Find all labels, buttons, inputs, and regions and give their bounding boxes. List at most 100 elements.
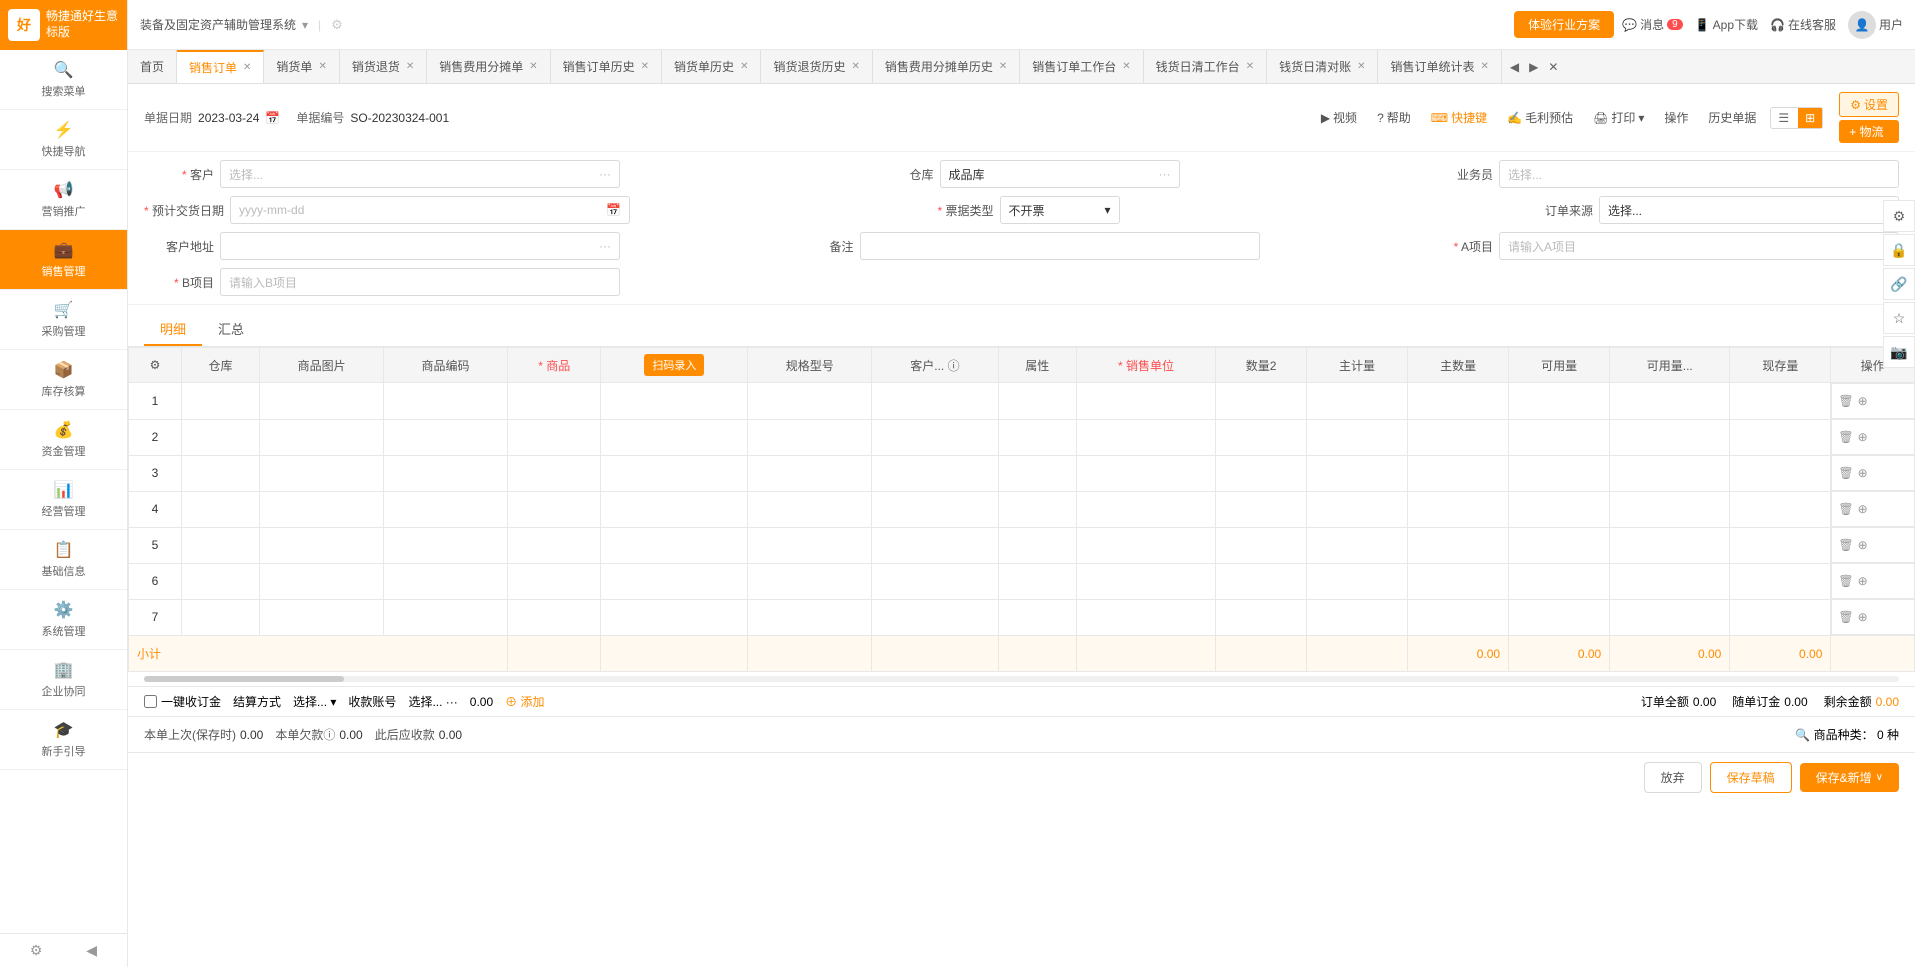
- payment-amount[interactable]: 0.00: [470, 695, 493, 709]
- user-item[interactable]: 👤 用户: [1848, 11, 1903, 39]
- warehouse-input[interactable]: 成品库 ···: [940, 160, 1180, 188]
- copy-icon[interactable]: ⊕: [1858, 466, 1868, 480]
- grid-view-btn[interactable]: ⊞: [1798, 108, 1822, 128]
- col-settings[interactable]: ⚙: [129, 348, 182, 383]
- remark-input[interactable]: [860, 232, 1260, 260]
- scan-input-btn[interactable]: 扫码录入: [644, 354, 704, 376]
- settings-action-btn[interactable]: ⚙ 设置: [1839, 92, 1899, 117]
- row-available-2[interactable]: [1509, 419, 1610, 455]
- tab-close-icon[interactable]: ✕: [243, 62, 251, 73]
- quick-payment-checkbox[interactable]: 一键收订金: [144, 693, 221, 710]
- list-view-btn[interactable]: ☰: [1771, 108, 1796, 128]
- date-value[interactable]: 2023-03-24: [198, 111, 259, 125]
- tab-sales-order[interactable]: 销售订单 ✕: [177, 50, 264, 84]
- row-warehouse-2[interactable]: [181, 419, 259, 455]
- tabs-next-btn[interactable]: ▶: [1525, 58, 1542, 76]
- row-spec-1[interactable]: [748, 383, 872, 420]
- float-star-btn[interactable]: ☆: [1883, 302, 1915, 334]
- tab-close-icon[interactable]: ✕: [1357, 61, 1365, 72]
- row-unit-2[interactable]: [1076, 419, 1215, 455]
- payment-method-select[interactable]: 选择... ▾: [293, 693, 336, 710]
- delete-icon[interactable]: 🗑: [1838, 502, 1853, 516]
- tab-close-icon[interactable]: ✕: [851, 61, 859, 72]
- help-btn[interactable]: ? 帮助: [1371, 107, 1417, 128]
- row-stock-1[interactable]: [1730, 383, 1831, 420]
- discard-button[interactable]: 放弃: [1644, 762, 1702, 793]
- history-btn[interactable]: 历史单据: [1702, 107, 1762, 128]
- sidebar-settings-btn[interactable]: ⚙: [30, 942, 43, 959]
- sidebar-item-marketing[interactable]: 📢 营销推广: [0, 170, 127, 230]
- row-attr-2[interactable]: [998, 419, 1076, 455]
- delete-icon[interactable]: 🗑: [1838, 394, 1853, 408]
- profit-btn[interactable]: ✍ 毛利预估: [1501, 107, 1579, 128]
- tabs-prev-btn[interactable]: ◀: [1506, 58, 1523, 76]
- copy-icon[interactable]: ⊕: [1858, 502, 1868, 516]
- solution-button[interactable]: 体验行业方案: [1514, 11, 1614, 38]
- row-available2-1[interactable]: [1610, 383, 1730, 420]
- row-available2-2[interactable]: [1610, 419, 1730, 455]
- delivery-date-input[interactable]: yyyy-mm-dd 📅: [230, 196, 630, 224]
- shortcut-btn[interactable]: ⌨ 快捷键: [1425, 107, 1493, 128]
- sidebar-item-guide[interactable]: 🎓 新手引导: [0, 710, 127, 770]
- row-qty2-2[interactable]: [1216, 419, 1307, 455]
- message-item[interactable]: 💬 消息 9: [1622, 16, 1683, 33]
- row-code-1[interactable]: [384, 383, 508, 420]
- tab-daily-reconcile[interactable]: 钱货日清对账 ✕: [1267, 50, 1378, 84]
- add-payment-btn[interactable]: ⊕ 添加: [505, 693, 544, 710]
- delete-icon[interactable]: 🗑: [1838, 574, 1853, 588]
- sidebar-item-search[interactable]: 🔍 搜索菜单: [0, 50, 127, 110]
- settings-icon[interactable]: ⚙: [331, 17, 343, 33]
- tab-close-icon[interactable]: ✕: [529, 61, 537, 72]
- sidebar-item-system[interactable]: ⚙️ 系统管理: [0, 590, 127, 650]
- row-code-2[interactable]: [384, 419, 508, 455]
- save-draft-button[interactable]: 保存草稿: [1710, 762, 1792, 793]
- tab-close-icon[interactable]: ✕: [1246, 61, 1254, 72]
- row-main-qty-2[interactable]: [1408, 419, 1509, 455]
- sidebar-item-operation[interactable]: 📊 经营管理: [0, 470, 127, 530]
- tab-close-icon[interactable]: ✕: [406, 61, 414, 72]
- row-product-1[interactable]: [508, 383, 601, 420]
- row-warehouse-1[interactable]: [181, 383, 259, 420]
- delete-icon[interactable]: 🗑: [1838, 610, 1853, 624]
- sidebar-item-purchase[interactable]: 🛒 采购管理: [0, 290, 127, 350]
- tab-close-icon[interactable]: ✕: [1122, 61, 1130, 72]
- row-available-1[interactable]: [1509, 383, 1610, 420]
- tab-daily-clear[interactable]: 钱货日清工作台 ✕: [1144, 50, 1267, 84]
- add-logistics-btn[interactable]: + 物流: [1839, 120, 1899, 143]
- tab-close-icon[interactable]: ✕: [999, 61, 1007, 72]
- tab-receipt-history[interactable]: 销货单历史 ✕: [662, 50, 761, 84]
- delete-icon[interactable]: 🗑: [1838, 466, 1853, 480]
- quick-payment-check[interactable]: [144, 695, 157, 708]
- tab-close-icon[interactable]: ✕: [641, 61, 649, 72]
- tab-sales-return[interactable]: 销货退货 ✕: [340, 50, 427, 84]
- float-scan-btn[interactable]: 📷: [1883, 336, 1915, 368]
- copy-icon[interactable]: ⊕: [1858, 574, 1868, 588]
- invoice-type-select[interactable]: 不开票 ▾: [1000, 196, 1120, 224]
- tab-sales-receipt[interactable]: 销货单 ✕: [264, 50, 339, 84]
- row-main-unit-2[interactable]: [1306, 419, 1407, 455]
- b-project-input[interactable]: 请输入B项目: [220, 268, 620, 296]
- tab-detail[interactable]: 明细: [144, 313, 202, 346]
- float-settings-btn[interactable]: ⚙: [1883, 200, 1915, 232]
- salesperson-input[interactable]: 选择...: [1499, 160, 1899, 188]
- row-stock-2[interactable]: [1730, 419, 1831, 455]
- customer-input[interactable]: 选择... ···: [220, 160, 620, 188]
- tab-fee-history[interactable]: 销售费用分摊单历史 ✕: [873, 50, 1020, 84]
- tab-summary[interactable]: 汇总: [202, 313, 260, 346]
- delete-icon[interactable]: 🗑: [1838, 430, 1853, 444]
- row-main-qty-1[interactable]: [1408, 383, 1509, 420]
- copy-icon[interactable]: ⊕: [1858, 538, 1868, 552]
- row-customer-code-2[interactable]: [872, 419, 998, 455]
- tab-close-icon[interactable]: ✕: [1481, 61, 1489, 72]
- row-customer-code-1[interactable]: [872, 383, 998, 420]
- tab-close-icon[interactable]: ✕: [740, 61, 748, 72]
- customer-address-input[interactable]: ···: [220, 232, 620, 260]
- row-product-2[interactable]: [508, 419, 601, 455]
- delete-icon[interactable]: 🗑: [1838, 538, 1853, 552]
- receipt-account-select[interactable]: 选择... ···: [408, 693, 457, 710]
- scrollbar-track[interactable]: [144, 676, 1899, 682]
- row-qty2-1[interactable]: [1216, 383, 1307, 420]
- tab-home[interactable]: 首页: [128, 50, 177, 84]
- float-lock-btn[interactable]: 🔒: [1883, 234, 1915, 266]
- sidebar-item-sales[interactable]: 💼 销售管理: [0, 230, 127, 290]
